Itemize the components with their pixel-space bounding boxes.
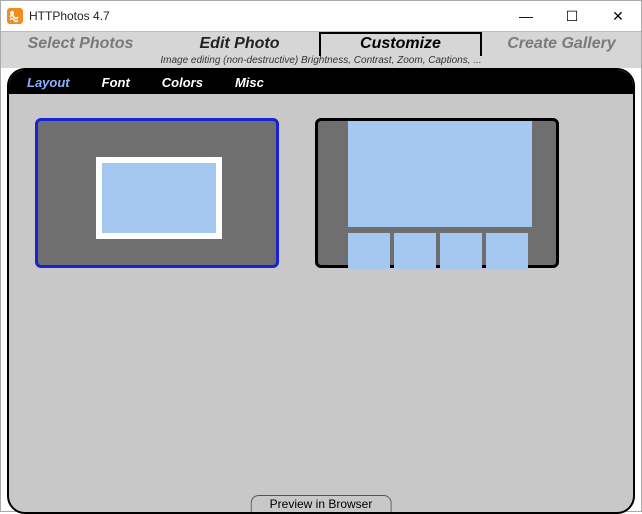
subtab-misc[interactable]: Misc (235, 75, 264, 90)
tab-edit-photo[interactable]: Edit Photo (160, 34, 319, 54)
subtab-colors[interactable]: Colors (162, 75, 203, 90)
window-controls: — ☐ ✕ (503, 1, 641, 31)
preview-in-browser-button[interactable]: Preview in Browser (251, 495, 392, 512)
layout-preview-thumbs (348, 231, 532, 269)
layout-preview-thumb (440, 231, 482, 269)
layout-preview-thumb (486, 231, 528, 269)
sub-tabs: Layout Font Colors Misc (9, 70, 633, 94)
subtab-layout[interactable]: Layout (27, 75, 70, 90)
maximize-button[interactable]: ☐ (549, 1, 595, 31)
layout-option-filmstrip[interactable] (315, 118, 559, 268)
minimize-button[interactable]: — (503, 1, 549, 31)
titlebar: HTTPhotos 4.7 — ☐ ✕ (1, 1, 641, 31)
tab-select-photos[interactable]: Select Photos (1, 34, 160, 54)
app-icon (7, 8, 23, 24)
tab-create-gallery[interactable]: Create Gallery (482, 34, 641, 54)
layout-options (9, 94, 633, 292)
tab-customize[interactable]: Customize (319, 32, 482, 56)
window-title: HTTPhotos 4.7 (29, 9, 110, 23)
subtab-font[interactable]: Font (102, 75, 130, 90)
title-left: HTTPhotos 4.7 (7, 8, 110, 24)
main-tabs: Select Photos Edit Photo Customize Creat… (1, 31, 641, 55)
layout-option-single[interactable] (35, 118, 279, 268)
close-button[interactable]: ✕ (595, 1, 641, 31)
layout-preview-thumb (394, 231, 436, 269)
app-window: HTTPhotos 4.7 — ☐ ✕ Select Photos Edit P… (0, 0, 642, 512)
tab-subtitle: Image editing (non-destructive) Brightne… (1, 55, 641, 68)
layout-preview-image (102, 163, 216, 233)
layout-preview-main (348, 121, 532, 227)
layout-preview-thumb (348, 231, 390, 269)
workarea: Layout Font Colors Misc Preview in Brows… (7, 68, 635, 514)
